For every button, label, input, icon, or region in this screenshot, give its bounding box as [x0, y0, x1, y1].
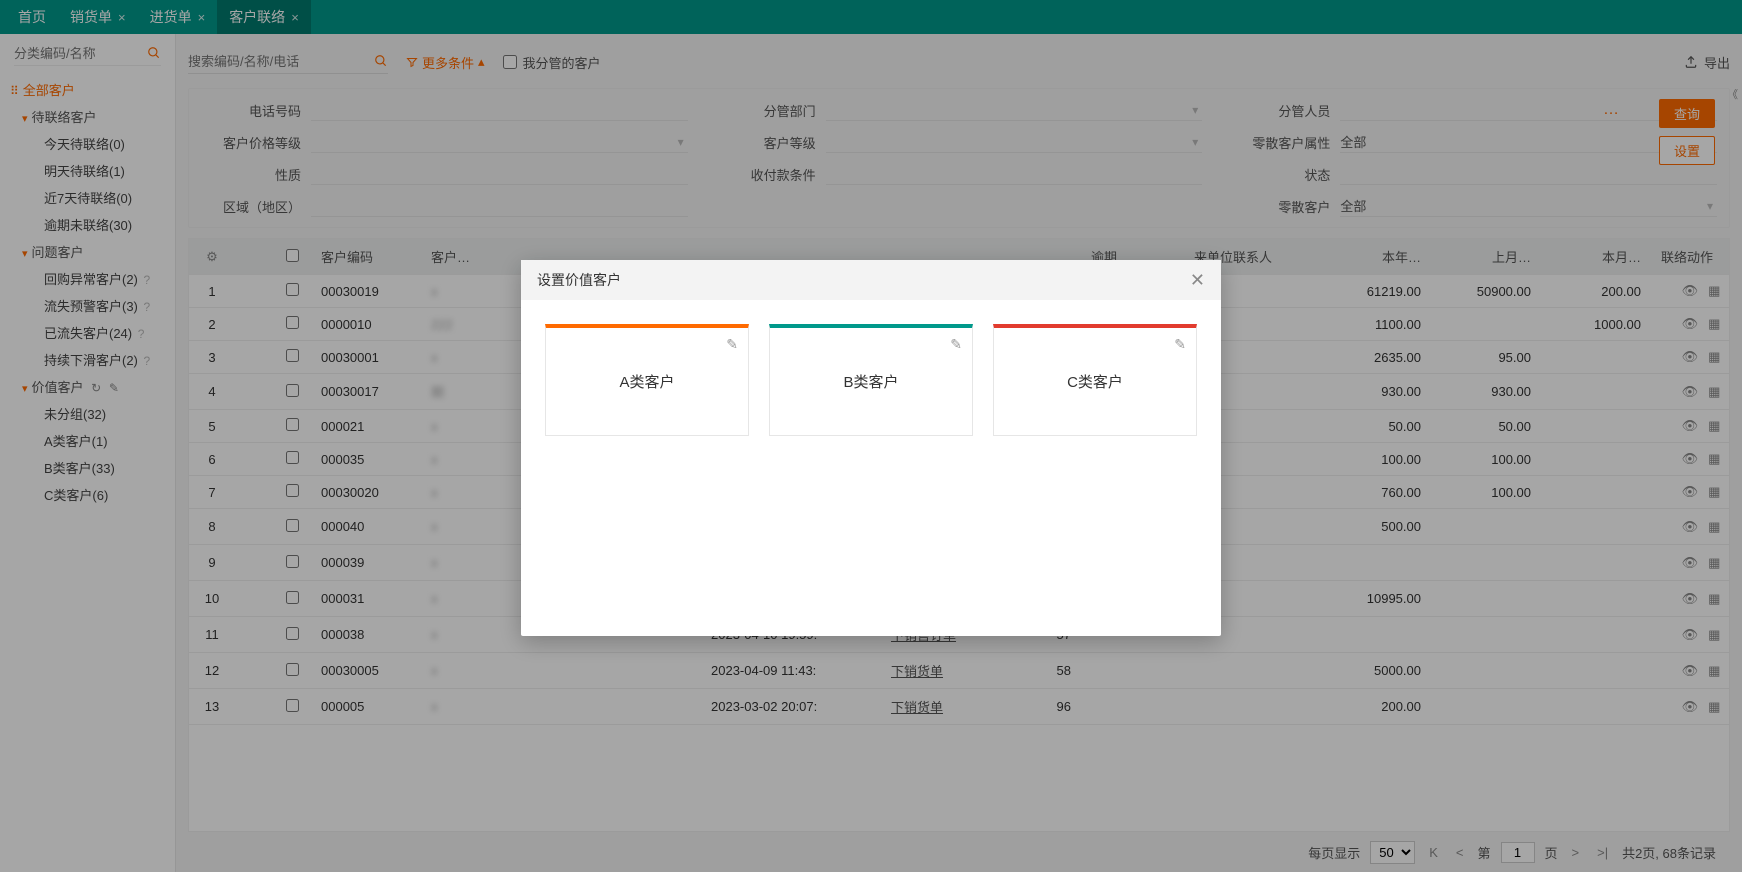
- value-card-label: A类客户: [619, 371, 674, 392]
- edit-icon[interactable]: ✎: [1174, 336, 1186, 353]
- modal-close-icon[interactable]: ✕: [1190, 270, 1205, 291]
- value-card-label: B类客户: [843, 371, 898, 392]
- value-customer-modal: 设置价值客户 ✕ ✎ A类客户 ✎ B类客户 ✎ C类客户: [521, 260, 1221, 636]
- value-card[interactable]: ✎ A类客户: [545, 324, 749, 436]
- modal-title: 设置价值客户: [537, 270, 621, 290]
- value-card-label: C类客户: [1067, 371, 1123, 392]
- value-card[interactable]: ✎ C类客户: [993, 324, 1197, 436]
- edit-icon[interactable]: ✎: [726, 336, 738, 353]
- edit-icon[interactable]: ✎: [950, 336, 962, 353]
- value-card[interactable]: ✎ B类客户: [769, 324, 973, 436]
